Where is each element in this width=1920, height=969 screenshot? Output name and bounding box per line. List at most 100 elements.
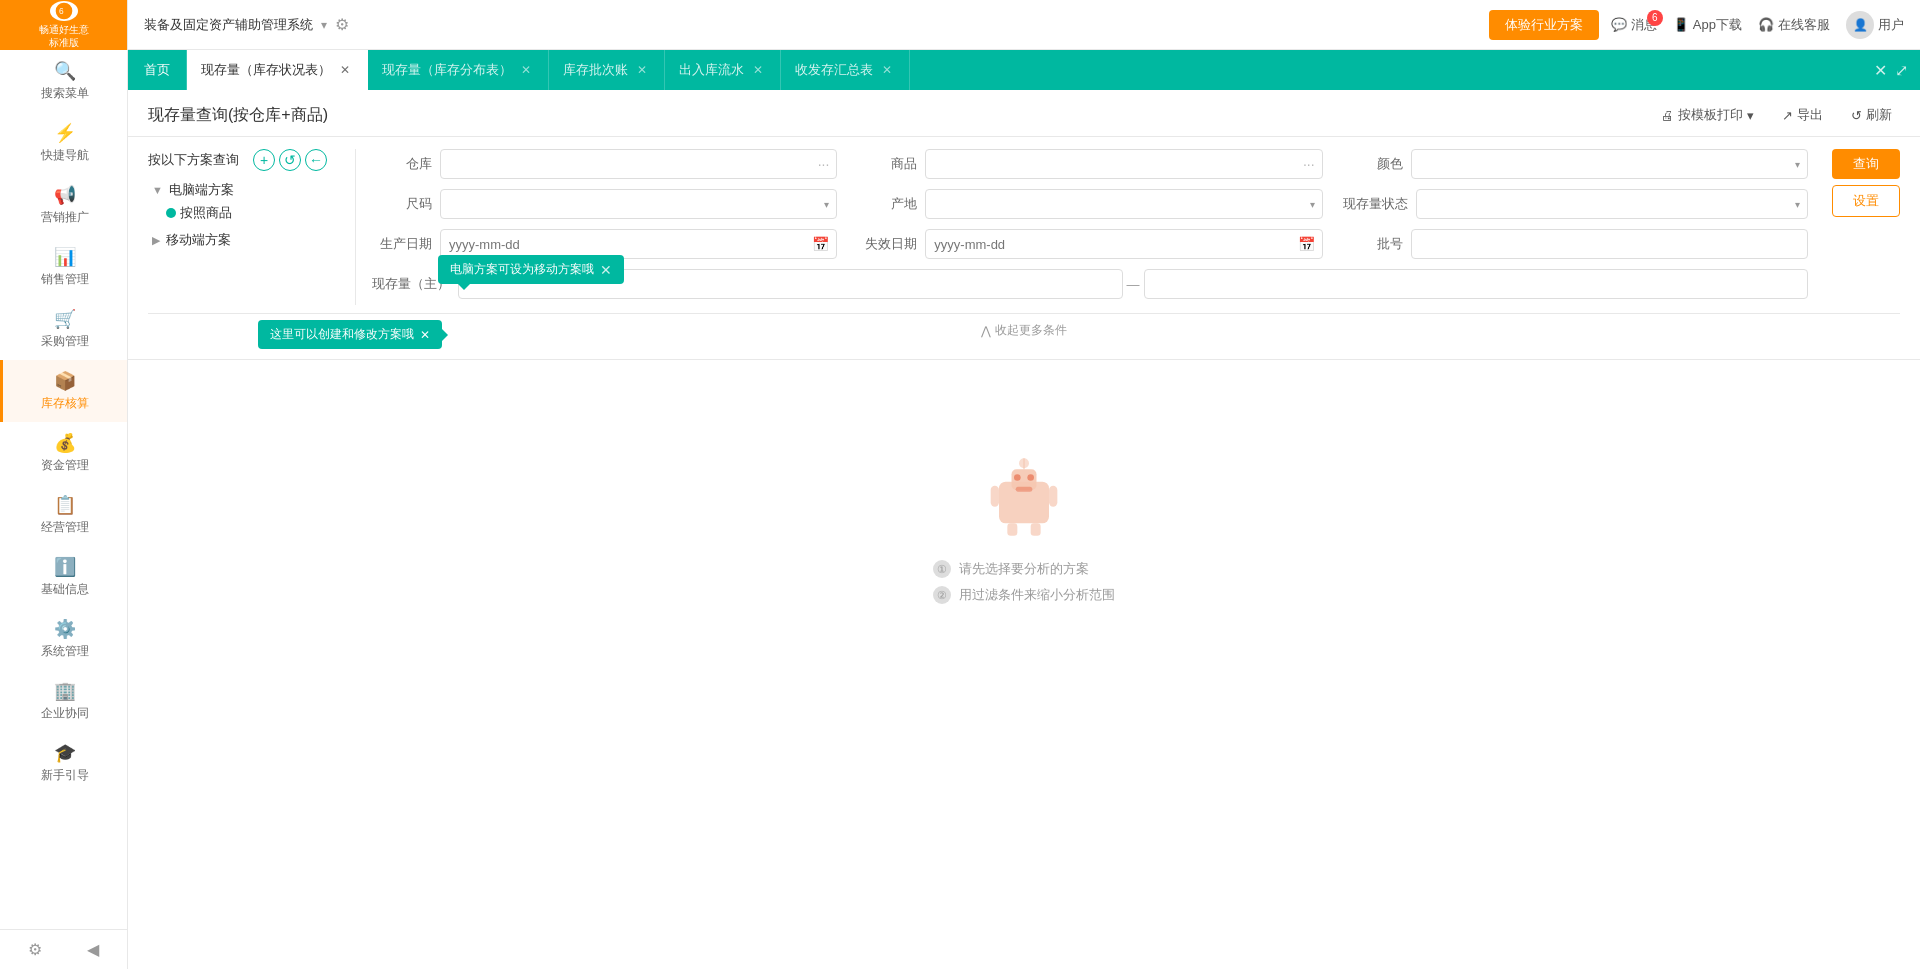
setting-btn[interactable]: 设置 (1832, 185, 1900, 217)
size-select[interactable] (440, 189, 837, 219)
action-buttons: 查询 设置 (1832, 149, 1900, 217)
filter-field-goods: 商品 ··· (857, 149, 1322, 179)
tabbar-actions: ✕ ⤢ (1862, 61, 1920, 80)
collapse-sidebar-btn[interactable]: ◀ (87, 940, 99, 959)
scheme-desktop[interactable]: ▼ 电脑端方案 (152, 179, 339, 201)
sidebar-item-quicknav[interactable]: ⚡ 快捷导航 (0, 112, 127, 174)
tab-close-inventory-status[interactable]: ✕ (337, 62, 353, 78)
exp-date-input[interactable] (925, 229, 1322, 259)
page-wrapper: 现存量查询(按仓库+商品) 🖨 按模板打印 ▾ ↗ 导出 ↺ 刷新 (128, 90, 1920, 969)
trial-btn[interactable]: 体验行业方案 (1489, 10, 1599, 40)
sidebar-item-finance[interactable]: 💰 资金管理 (0, 422, 127, 484)
color-select[interactable] (1411, 149, 1808, 179)
tooltip1-text: 电脑方案可设为移动方案哦 (450, 261, 594, 278)
print-btn[interactable]: 🖨 按模板打印 ▾ (1653, 102, 1762, 128)
goods-dots-icon[interactable]: ··· (1303, 156, 1315, 172)
printer-icon: 🖨 (1661, 108, 1674, 123)
sidebar-item-sales[interactable]: 📊 销售管理 (0, 236, 127, 298)
tooltip1-close-icon[interactable]: ✕ (600, 262, 612, 278)
goods-input[interactable] (925, 149, 1322, 179)
tab-receive-send[interactable]: 收发存汇总表 ✕ (781, 50, 910, 90)
sidebar-item-basicinfo[interactable]: ℹ️ 基础信息 (0, 546, 127, 608)
tooltip-desktop-scheme: 电脑方案可设为移动方案哦 ✕ (438, 255, 624, 284)
scheme-mobile[interactable]: ▶ 移动端方案 (152, 229, 339, 251)
warehouse-input[interactable] (440, 149, 837, 179)
scheme-by-goods-label: 按照商品 (180, 204, 232, 222)
expand-btn[interactable]: ⤢ (1895, 61, 1908, 80)
main-area: 装备及固定资产辅助管理系统 ▾ ⚙ 体验行业方案 💬 6 消息 📱 App下载 … (128, 0, 1920, 969)
arrow-scheme-btn[interactable]: ← (305, 149, 327, 171)
add-scheme-btn[interactable]: + (253, 149, 275, 171)
tab-close-receive-send[interactable]: ✕ (879, 62, 895, 78)
batch-no-input[interactable] (1411, 229, 1808, 259)
online-support-btn[interactable]: 🎧 在线客服 (1758, 16, 1830, 34)
empty-step-2: ② 用过滤条件来缩小分析范围 (933, 586, 1115, 604)
tab-home[interactable]: 首页 (128, 50, 187, 90)
scheme-by-goods[interactable]: 按照商品 (166, 201, 339, 225)
print-arrow-icon: ▾ (1747, 108, 1754, 123)
tab-batch-accounts[interactable]: 库存批次账 ✕ (549, 50, 665, 90)
step-num-1: ① (933, 560, 951, 578)
sidebar-item-purchase[interactable]: 🛒 采购管理 (0, 298, 127, 360)
tabbar: 首页 现存量（库存状况表） ✕ 现存量（库存分布表） ✕ 库存批次账 ✕ 出入库… (128, 50, 1920, 90)
sidebar-item-tutorial[interactable]: 🎓 新手引导 (0, 732, 127, 794)
goods-input-wrapper: ··· (925, 149, 1322, 179)
settings-footer-btn[interactable]: ⚙ (28, 940, 42, 959)
warehouse-dots-icon[interactable]: ··· (818, 156, 830, 172)
tooltip-create-scheme: 这里可以创建和修改方案哦 ✕ (258, 320, 442, 349)
svg-rect-7 (991, 486, 999, 507)
building-icon: 🏢 (54, 680, 76, 702)
chart-icon: 📊 (54, 246, 76, 268)
filter-label: 按以下方案查询 (148, 151, 239, 169)
sidebar-item-inventory[interactable]: 📦 库存核算 (0, 360, 127, 422)
graduation-icon: 🎓 (54, 742, 76, 764)
filter-field-size: 尺码 ▾ (372, 189, 837, 219)
prod-date-calendar-icon[interactable]: 📅 (812, 236, 829, 252)
filter-field-color: 颜色 ▾ (1343, 149, 1808, 179)
tab-inventory-dist[interactable]: 现存量（库存分布表） ✕ (368, 50, 549, 90)
tab-inout-flow[interactable]: 出入库流水 ✕ (665, 50, 781, 90)
sidebar-nav: 🔍 搜索菜单 ⚡ 快捷导航 📢 营销推广 📊 销售管理 🛒 采购管理 📦 库存核… (0, 50, 127, 929)
refresh-scheme-btn[interactable]: ↺ (279, 149, 301, 171)
sidebar-item-marketing[interactable]: 📢 营销推广 (0, 174, 127, 236)
stock-main-to-input[interactable] (1144, 269, 1809, 299)
megaphone-icon: 📢 (54, 184, 76, 206)
app-download-btn[interactable]: 📱 App下载 (1673, 16, 1742, 34)
user-btn[interactable]: 👤 用户 (1846, 11, 1904, 39)
topbar-settings-icon[interactable]: ⚙ (335, 15, 349, 34)
sidebar-item-operation[interactable]: 📋 经营管理 (0, 484, 127, 546)
logo-icon: 6 (50, 1, 78, 21)
svg-rect-8 (1049, 486, 1057, 507)
avatar: 👤 (1846, 11, 1874, 39)
range-separator: — (1127, 277, 1140, 292)
export-btn[interactable]: ↗ 导出 (1774, 102, 1831, 128)
exp-date-calendar-icon[interactable]: 📅 (1298, 236, 1315, 252)
color-select-wrapper: ▾ (1411, 149, 1808, 179)
sidebar-item-system[interactable]: ⚙️ 系统管理 (0, 608, 127, 670)
svg-rect-10 (1031, 523, 1041, 536)
sidebar-item-search[interactable]: 🔍 搜索菜单 (0, 50, 127, 112)
info-icon: ℹ️ (54, 556, 76, 578)
sidebar-item-enterprise[interactable]: 🏢 企业协同 (0, 670, 127, 732)
cart-icon: 🛒 (54, 308, 76, 330)
close-all-tabs-btn[interactable]: ✕ (1874, 61, 1887, 80)
exp-date-wrapper: 📅 (925, 229, 1322, 259)
box-icon: 📦 (54, 370, 76, 392)
tooltip2-close-icon[interactable]: ✕ (420, 328, 430, 342)
stock-main-range: — (458, 269, 1808, 299)
page-actions: 🖨 按模板打印 ▾ ↗ 导出 ↺ 刷新 (1653, 102, 1900, 128)
tab-close-inventory-dist[interactable]: ✕ (518, 62, 534, 78)
system-dropdown-arrow[interactable]: ▾ (321, 18, 327, 32)
refresh-btn[interactable]: ↺ 刷新 (1843, 102, 1900, 128)
clipboard-icon: 📋 (54, 494, 76, 516)
svg-point-4 (1014, 474, 1021, 481)
stock-status-select[interactable] (1416, 189, 1808, 219)
tab-close-inout-flow[interactable]: ✕ (750, 62, 766, 78)
origin-select[interactable] (925, 189, 1322, 219)
notification-btn[interactable]: 💬 6 消息 (1611, 16, 1657, 34)
tab-inventory-status[interactable]: 现存量（库存状况表） ✕ (187, 50, 368, 90)
svg-point-5 (1027, 474, 1034, 481)
search-btn[interactable]: 查询 (1832, 149, 1900, 179)
tab-close-batch-accounts[interactable]: ✕ (634, 62, 650, 78)
topbar-right: 💬 6 消息 📱 App下载 🎧 在线客服 👤 用户 (1611, 11, 1904, 39)
